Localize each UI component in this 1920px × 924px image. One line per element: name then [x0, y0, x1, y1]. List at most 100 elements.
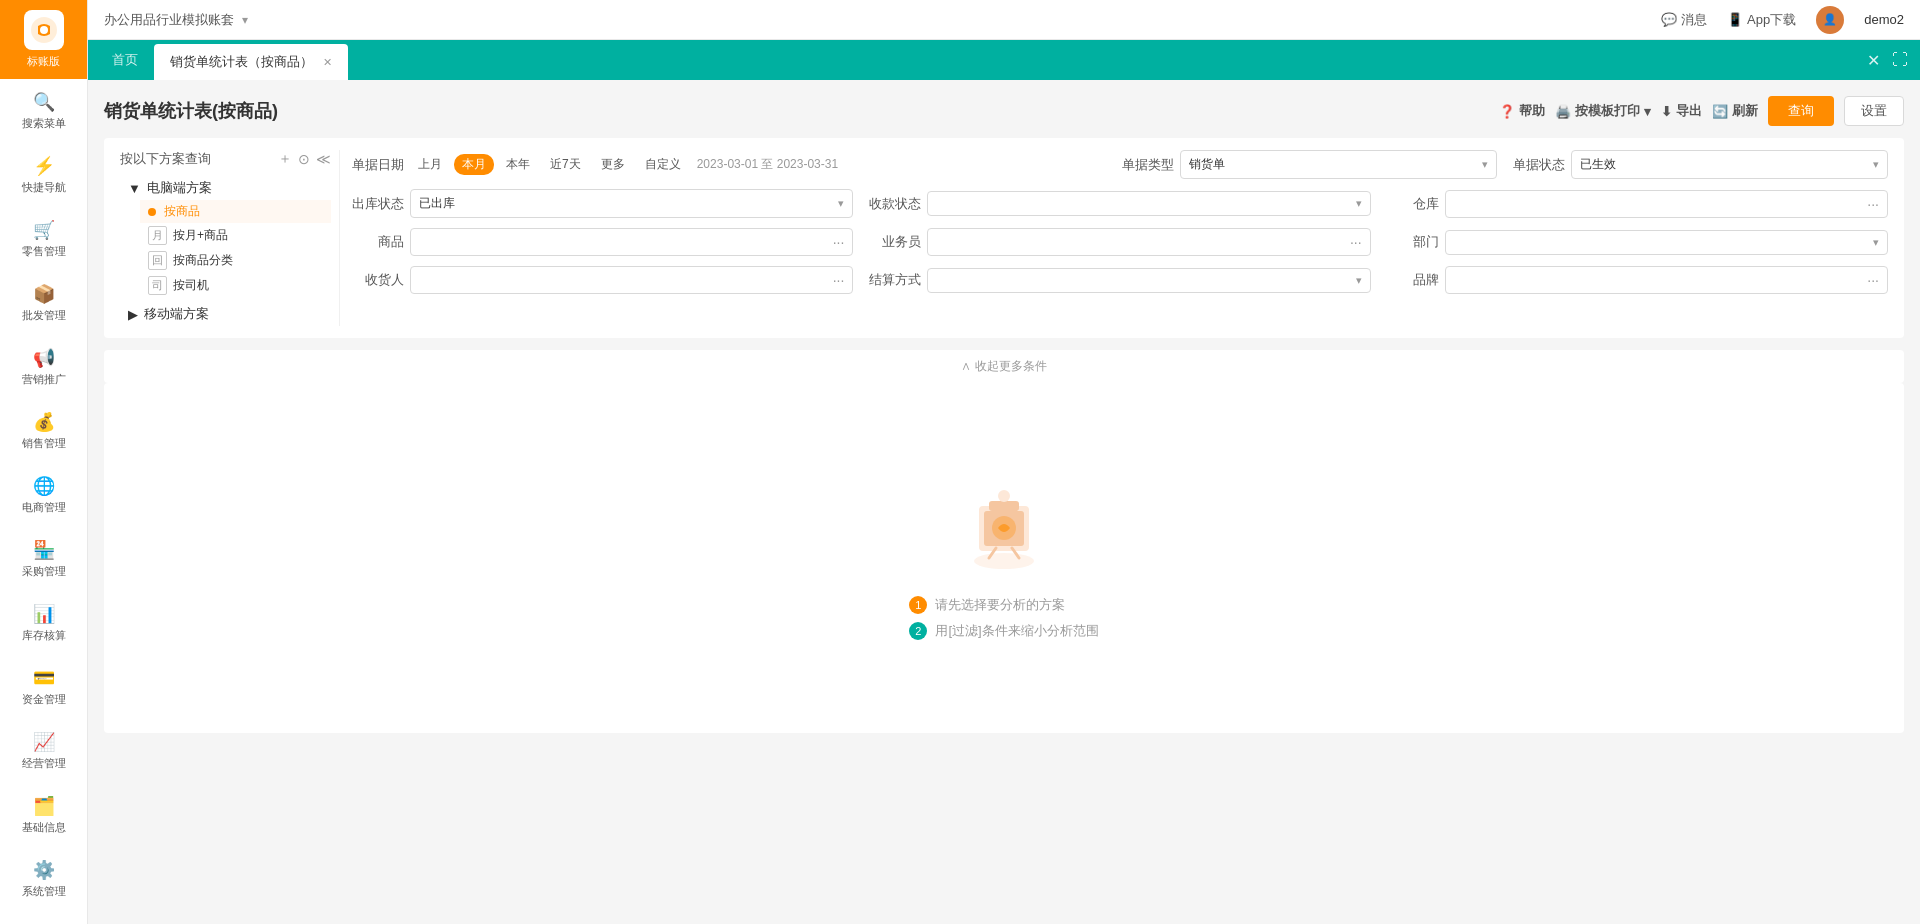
- search-nav-icon: 🔍: [33, 91, 55, 113]
- logo-area[interactable]: 标账版: [0, 0, 87, 79]
- date-pill-this-year[interactable]: 本年: [498, 154, 538, 175]
- sidebar-item-purchase[interactable]: 🏪 采购管理: [0, 527, 87, 591]
- user-name[interactable]: demo2: [1864, 12, 1904, 27]
- help-button[interactable]: ❓ 帮助: [1499, 102, 1545, 120]
- ecommerce-icon: 🌐: [33, 475, 55, 497]
- filter-item-date: 单据日期 上月 本月 本年 近7天 更多 自定义 2023-03-01 至 20…: [348, 154, 1106, 175]
- tab-home[interactable]: 首页: [96, 40, 154, 80]
- tree-item-goods[interactable]: 按商品: [140, 200, 331, 223]
- active-dot-icon: [148, 208, 156, 216]
- tree-item-driver[interactable]: 司 按司机: [140, 273, 331, 298]
- sidebar-nav: 🔍 搜索菜单 ⚡ 快捷导航 🛒 零售管理 📦 批发管理 📢 营销推广 💰 销售管…: [0, 79, 87, 924]
- staff-dots-icon[interactable]: ···: [1350, 234, 1362, 250]
- sidebar-item-retail[interactable]: 🛒 零售管理: [0, 207, 87, 271]
- tree-item-month-goods[interactable]: 月 按月+商品: [140, 223, 331, 248]
- main-area: 办公用品行业模拟账套 ▾ 💬 消息 📱 App下载 👤 demo2 首页 销货单…: [88, 0, 1920, 924]
- sidebar-item-search[interactable]: 🔍 搜索菜单: [0, 79, 87, 143]
- app-download-button[interactable]: 📱 App下载: [1727, 11, 1796, 29]
- doctype-select[interactable]: 销货单 ▾: [1180, 150, 1497, 179]
- add-scheme-icon[interactable]: ＋: [278, 150, 292, 168]
- date-pill-last-month[interactable]: 上月: [410, 154, 450, 175]
- sidebar-item-ecommerce[interactable]: 🌐 电商管理: [0, 463, 87, 527]
- tree-desktop-node[interactable]: ▼ 电脑端方案: [120, 176, 331, 200]
- workspace-dropdown-icon[interactable]: ▾: [242, 13, 248, 27]
- receiver-dots-icon[interactable]: ···: [833, 272, 845, 288]
- date-pill-custom[interactable]: 自定义: [637, 154, 689, 175]
- sidebar-item-operations[interactable]: 📈 经营管理: [0, 719, 87, 783]
- logo-icon: [24, 10, 64, 50]
- export-icon: ⬇: [1661, 104, 1672, 119]
- logo-text: 标账版: [27, 54, 60, 69]
- warehouse-label: 仓库: [1383, 195, 1439, 213]
- sidebar-item-sales[interactable]: 💰 销售管理: [0, 399, 87, 463]
- print-icon: 🖨️: [1555, 104, 1571, 119]
- tree-desktop-children: 按商品 月 按月+商品 回 按商品分类 司 按司机: [120, 200, 331, 298]
- docstatus-select[interactable]: 已生效 ▾: [1571, 150, 1888, 179]
- outstatus-select[interactable]: 已出库 ▾: [410, 189, 853, 218]
- close-window-icon[interactable]: ✕: [1867, 51, 1880, 70]
- outstatus-value: 已出库: [419, 195, 455, 212]
- collapse-label: ∧ 收起更多条件: [961, 359, 1046, 373]
- brand-dots-icon[interactable]: ···: [1867, 272, 1879, 288]
- window-buttons: ✕ ⛶: [1867, 51, 1920, 70]
- svg-point-1: [40, 26, 48, 34]
- message-button[interactable]: 💬 消息: [1661, 11, 1707, 29]
- sidebar-item-marketing[interactable]: 📢 营销推广: [0, 335, 87, 399]
- user-avatar[interactable]: 👤: [1816, 6, 1844, 34]
- collapse-bar[interactable]: ∧ 收起更多条件: [104, 350, 1904, 383]
- edit-scheme-icon[interactable]: ⊙: [298, 151, 310, 167]
- export-label: 导出: [1676, 102, 1702, 120]
- sidebar-item-quicknav[interactable]: ⚡ 快捷导航: [0, 143, 87, 207]
- date-pill-this-month[interactable]: 本月: [454, 154, 494, 175]
- filter-item-brand: 品牌 ···: [1383, 266, 1888, 294]
- sidebar-item-wholesale[interactable]: 📦 批发管理: [0, 271, 87, 335]
- settle-select[interactable]: ▾: [927, 268, 1370, 293]
- settle-arrow-icon: ▾: [1356, 274, 1362, 287]
- export-button[interactable]: ⬇ 导出: [1661, 102, 1702, 120]
- expand-window-icon[interactable]: ⛶: [1892, 51, 1908, 69]
- tab-home-label: 首页: [112, 51, 138, 69]
- filter-row-4: 收货人 ··· 结算方式 ▾ 品牌: [348, 266, 1888, 294]
- query-button[interactable]: 查询: [1768, 96, 1834, 126]
- tree-item-driver-icon: 司: [148, 276, 167, 295]
- settings-button[interactable]: 设置: [1844, 96, 1904, 126]
- date-pill-7days[interactable]: 近7天: [542, 154, 589, 175]
- step1-num: 1: [909, 596, 927, 614]
- tree-expand-icon: ▼: [128, 181, 141, 196]
- tree-mobile-node[interactable]: ▶ 移动端方案: [120, 302, 331, 326]
- print-arrow-icon[interactable]: ▾: [1644, 104, 1651, 119]
- staff-label: 业务员: [865, 233, 921, 251]
- brand-input: ···: [1445, 266, 1888, 294]
- docstatus-value: 已生效: [1580, 156, 1616, 173]
- sidebar-item-basics[interactable]: 🗂️ 基础信息: [0, 783, 87, 847]
- tab-report-close[interactable]: ✕: [323, 56, 332, 69]
- refresh-icon: 🔄: [1712, 104, 1728, 119]
- recvstatus-select[interactable]: ▾: [927, 191, 1370, 216]
- message-icon: 💬: [1661, 12, 1677, 27]
- goods-dots-icon[interactable]: ···: [833, 234, 845, 250]
- warehouse-dots-icon[interactable]: ···: [1867, 196, 1879, 212]
- sales-icon: 💰: [33, 411, 55, 433]
- date-control: 上月 本月 本年 近7天 更多 自定义 2023-03-01 至 2023-03…: [410, 154, 1106, 175]
- dept-select[interactable]: ▾: [1445, 230, 1888, 255]
- purchase-icon: 🏪: [33, 539, 55, 561]
- tab-report[interactable]: 销货单统计表（按商品） ✕: [154, 44, 348, 80]
- date-pills: 上月 本月 本年 近7天 更多 自定义: [410, 154, 689, 175]
- sidebar-item-finance[interactable]: 💳 资金管理: [0, 655, 87, 719]
- svg-point-2: [974, 553, 1034, 569]
- date-range-text: 2023-03-01 至 2023-03-31: [697, 156, 838, 173]
- mobile-icon: 📱: [1727, 12, 1743, 27]
- settle-label: 结算方式: [865, 271, 921, 289]
- step2-num: 2: [909, 622, 927, 640]
- date-pill-more[interactable]: 更多: [593, 154, 633, 175]
- refresh-button[interactable]: 🔄 刷新: [1712, 102, 1758, 120]
- sidebar-item-system[interactable]: ⚙️ 系统管理: [0, 847, 87, 911]
- retail-icon: 🛒: [33, 219, 55, 241]
- sidebar-item-inventory[interactable]: 📊 库存核算: [0, 591, 87, 655]
- tree-item-category[interactable]: 回 按商品分类: [140, 248, 331, 273]
- print-button[interactable]: 🖨️ 按模板打印 ▾: [1555, 102, 1651, 120]
- filter-row-2: 出库状态 已出库 ▾ 收款状态 ▾ 仓库: [348, 189, 1888, 218]
- collapse-scheme-icon[interactable]: ≪: [316, 151, 331, 167]
- filter-row-1: 单据日期 上月 本月 本年 近7天 更多 自定义 2023-03-01 至 20…: [348, 150, 1888, 179]
- sidebar-item-enterprise[interactable]: 🤝 企业协同: [0, 911, 87, 924]
